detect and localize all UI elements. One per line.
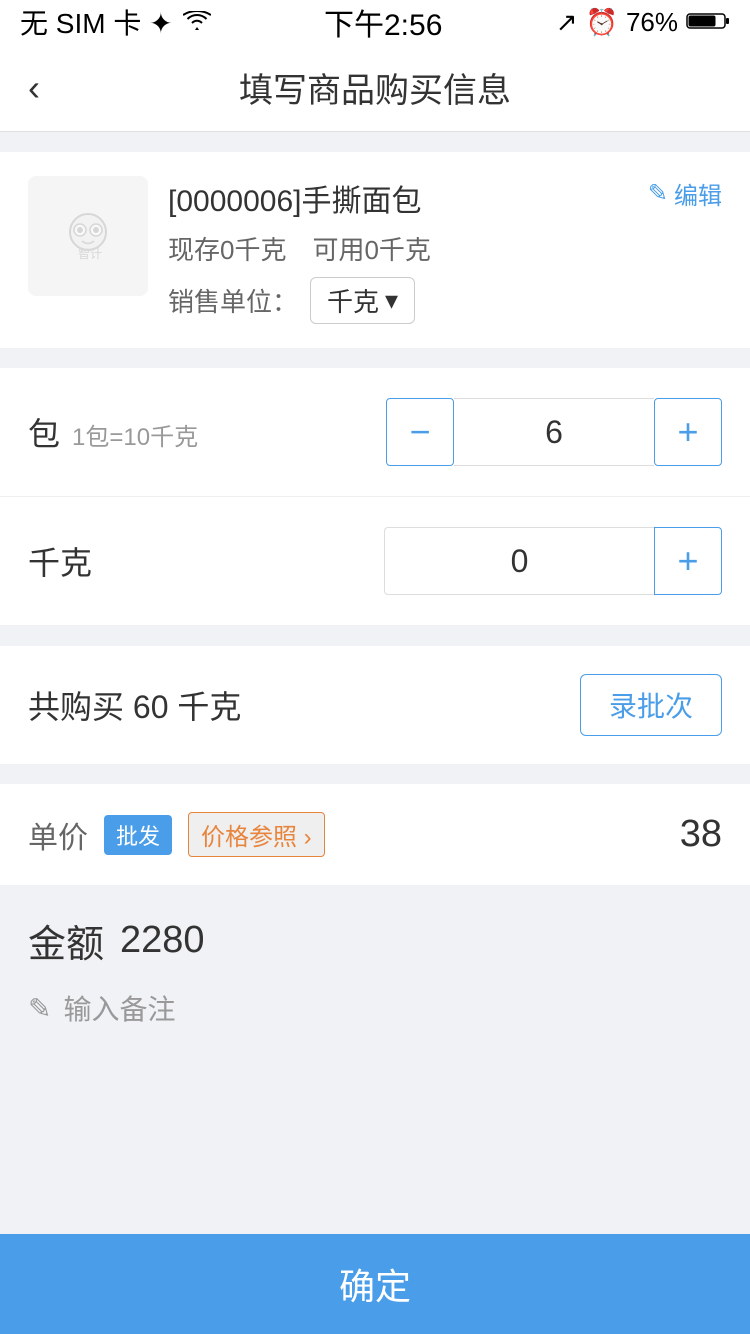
summary-text: 共购买 60 千克 <box>28 682 241 728</box>
confirm-button[interactable]: 确定 <box>0 1234 750 1334</box>
edit-icon: ✎ <box>648 179 668 208</box>
package-label-text: 包 <box>28 409 60 455</box>
nav-bar: ‹ 填写商品购买信息 <box>0 44 750 132</box>
location-icon: ↗ <box>556 7 578 38</box>
sim-text: 无 SIM 卡 ✦ <box>20 2 173 42</box>
price-tag: 批发 <box>104 815 172 855</box>
note-placeholder: 输入备注 <box>63 988 175 1028</box>
available-text: 可用0千克 <box>286 235 430 265</box>
package-row: 包 1包=10千克 − + <box>0 368 750 497</box>
amount-section: 金额 2280 ✎ 输入备注 <box>0 885 750 1056</box>
price-label: 单价 <box>28 813 88 857</box>
price-row: 单价 批发 价格参照 › 38 <box>28 812 722 857</box>
product-stock: 现存0千克 可用0千克 <box>168 230 722 267</box>
package-control: − + <box>386 398 722 466</box>
price-value: 38 <box>680 813 722 856</box>
amount-label: 金额 <box>28 913 104 968</box>
note-icon: ✎ <box>28 992 51 1025</box>
kg-label-text: 千克 <box>28 538 92 584</box>
summary-prefix: 共购买 <box>28 689 124 725</box>
kg-plus-button[interactable]: + <box>654 527 722 595</box>
summary-amount: 60 <box>124 689 177 725</box>
product-info: [0000006]手撕面包 现存0千克 可用0千克 销售单位： 千克 ▾ ✎ 编… <box>168 176 722 324</box>
kg-label: 千克 <box>28 538 92 584</box>
kg-row: 千克 + <box>0 497 750 626</box>
status-bar: 无 SIM 卡 ✦ 下午2:56 ↗ ⏰ 76% <box>0 0 750 44</box>
alarm-icon: ⏰ <box>586 7 618 38</box>
amount-row: 金额 2280 <box>28 913 722 968</box>
unit-select[interactable]: 千克 ▾ <box>310 277 415 324</box>
price-section: 单价 批发 价格参照 › 38 <box>0 784 750 885</box>
product-full-name: [0000006]手撕面包 <box>168 176 722 220</box>
note-row[interactable]: ✎ 输入备注 <box>28 988 722 1028</box>
back-button[interactable]: ‹ <box>28 67 40 109</box>
kg-control: + <box>384 527 722 595</box>
summary-row: 共购买 60 千克 录批次 <box>0 646 750 764</box>
page-title: 填写商品购买信息 <box>239 63 511 112</box>
chevron-down-icon: ▾ <box>385 285 398 316</box>
kg-input[interactable] <box>384 527 654 595</box>
edit-label: 编辑 <box>674 176 722 211</box>
batch-button[interactable]: 录批次 <box>580 674 722 736</box>
summary-unit: 千克 <box>177 689 241 725</box>
amount-value: 2280 <box>120 919 205 962</box>
svg-text:智计: 智计 <box>78 246 102 261</box>
package-plus-button[interactable]: + <box>654 398 722 466</box>
battery-icon <box>686 7 730 38</box>
package-minus-button[interactable]: − <box>386 398 454 466</box>
unit-label: 销售单位： <box>168 282 298 319</box>
product-unit: 销售单位： 千克 ▾ <box>168 277 722 324</box>
status-right: ↗ ⏰ 76% <box>556 7 730 38</box>
edit-button[interactable]: ✎ 编辑 <box>648 176 722 211</box>
product-image: 智计 <box>28 176 148 296</box>
status-time: 下午2:56 <box>324 0 442 44</box>
unit-value: 千克 <box>327 282 379 319</box>
price-ref-button[interactable]: 价格参照 › <box>188 812 325 857</box>
product-card: 智计 [0000006]手撕面包 现存0千克 可用0千克 销售单位： 千克 ▾ … <box>0 152 750 348</box>
wifi-icon <box>183 6 211 38</box>
package-label: 包 1包=10千克 <box>28 409 198 455</box>
battery-text: 76% <box>626 7 678 38</box>
stock-text: 现存0千克 <box>168 235 286 265</box>
status-left: 无 SIM 卡 ✦ <box>20 2 211 42</box>
quantity-section: 包 1包=10千克 − + 千克 + <box>0 368 750 626</box>
package-input[interactable] <box>454 398 654 466</box>
package-hint: 1包=10千克 <box>72 417 198 452</box>
